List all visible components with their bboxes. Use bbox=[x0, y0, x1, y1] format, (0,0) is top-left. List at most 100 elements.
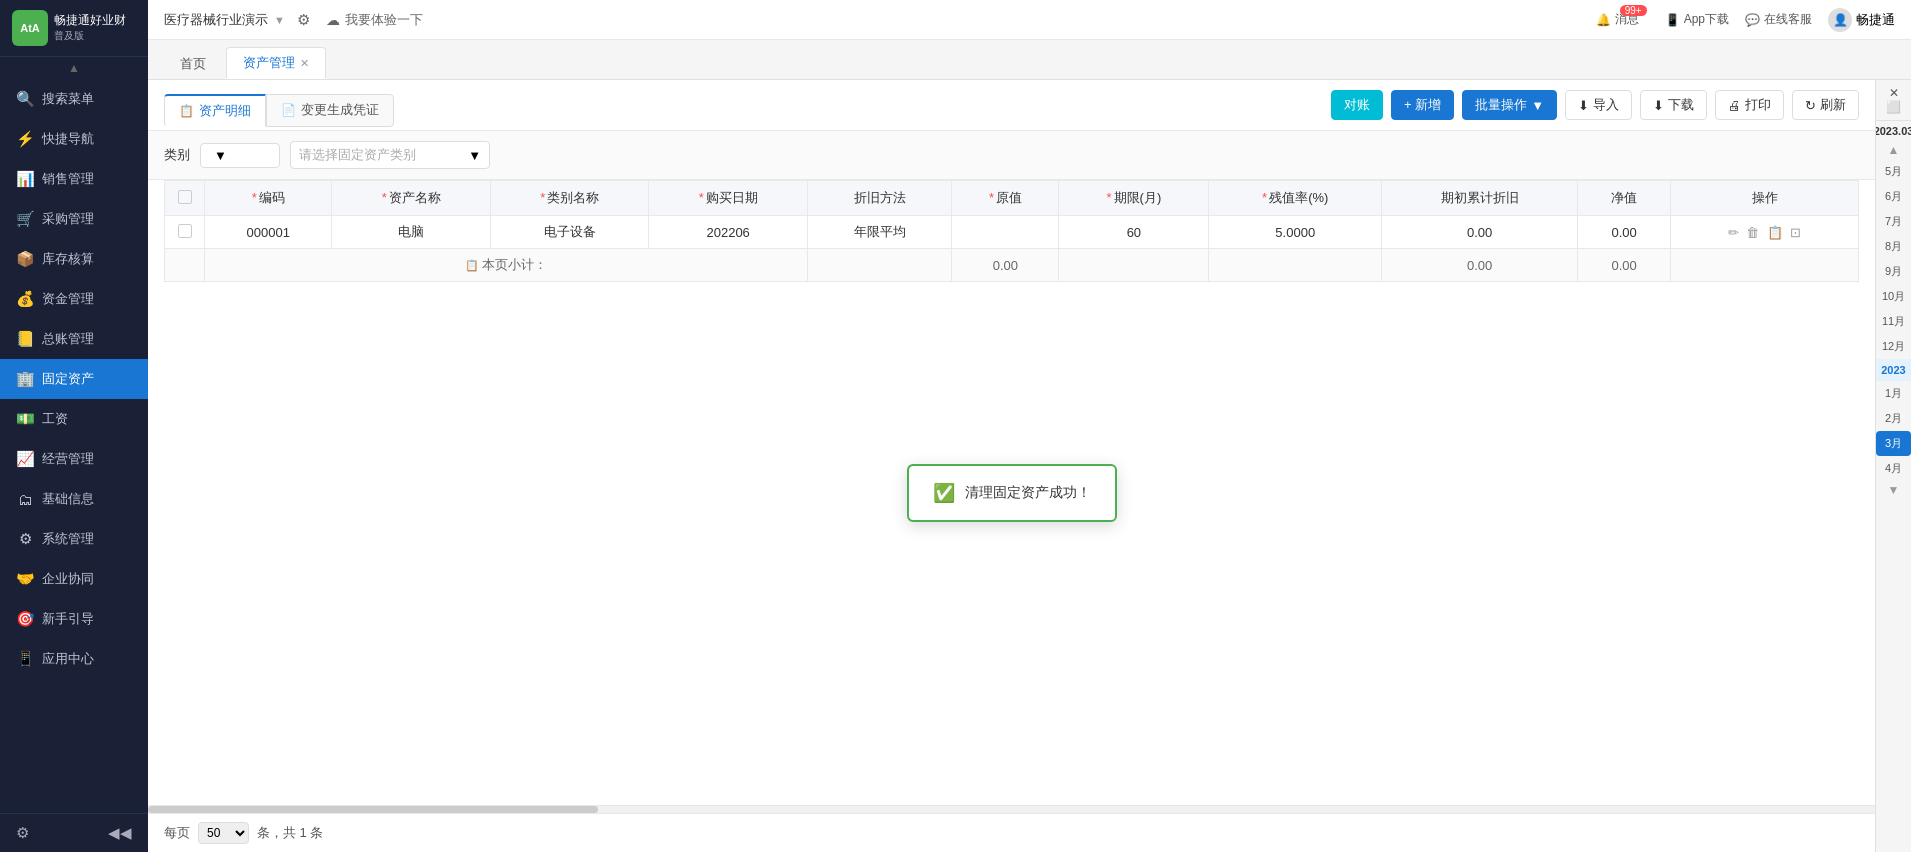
month-12[interactable]: 12月 bbox=[1876, 334, 1911, 359]
th-depreciation: 折旧方法 bbox=[807, 181, 952, 216]
app-download-icon: 📱 bbox=[1665, 13, 1680, 27]
row-depreciation: 年限平均 bbox=[807, 216, 952, 249]
scrollbar-thumb[interactable] bbox=[148, 806, 598, 813]
tab-home[interactable]: 首页 bbox=[164, 49, 222, 79]
month-5[interactable]: 5月 bbox=[1876, 159, 1911, 184]
experience-btn[interactable]: ☁ 我要体验一下 bbox=[326, 11, 423, 29]
sidebar-item-purchase[interactable]: 🛒 采购管理 bbox=[0, 199, 148, 239]
refresh-icon: ↻ bbox=[1805, 98, 1816, 113]
sidebar-item-system[interactable]: ⚙ 系统管理 bbox=[0, 519, 148, 559]
month-11[interactable]: 11月 bbox=[1876, 309, 1911, 334]
page-size-select[interactable]: 50 20 100 bbox=[198, 822, 249, 844]
month-6[interactable]: 6月 bbox=[1876, 184, 1911, 209]
sidebar-item-salary[interactable]: 💵 工资 bbox=[0, 399, 148, 439]
settings-gear-icon[interactable]: ⚙ bbox=[16, 824, 29, 842]
sidebar-item-quick-nav[interactable]: ⚡ 快捷导航 bbox=[0, 119, 148, 159]
sidebar-item-label: 企业协同 bbox=[42, 570, 94, 588]
company-selector[interactable]: 医疗器械行业演示 ▼ bbox=[164, 11, 285, 29]
month-7[interactable]: 7月 bbox=[1876, 209, 1911, 234]
cloud-icon: ☁ bbox=[326, 12, 340, 28]
online-service-btn[interactable]: 💬 在线客服 bbox=[1745, 11, 1812, 28]
sidebar-item-fixed-assets[interactable]: 🏢 固定资产 bbox=[0, 359, 148, 399]
delete-icon[interactable]: 🗑 bbox=[1746, 225, 1759, 240]
collapse-icon[interactable]: ◀◀ bbox=[108, 824, 132, 842]
operations-icon: 📈 bbox=[16, 450, 34, 468]
panel-nav-arrows: ▲ bbox=[1886, 141, 1902, 159]
month-4[interactable]: 4月 bbox=[1876, 456, 1911, 481]
more-icon[interactable]: ⊡ bbox=[1790, 225, 1801, 240]
sidebar-item-guide[interactable]: 🎯 新手引导 bbox=[0, 599, 148, 639]
tab-close-icon[interactable]: ✕ bbox=[300, 57, 309, 70]
table-wrapper: *编码 *资产名称 *类别名称 *购买日期 折旧方法 *原值 *期限(月) *残… bbox=[148, 180, 1875, 805]
sub-tab-change-voucher[interactable]: 📄 变更生成凭证 bbox=[266, 94, 394, 127]
app-download-btn[interactable]: 📱 App下载 bbox=[1665, 11, 1729, 28]
sales-icon: 📊 bbox=[16, 170, 34, 188]
sidebar-item-enterprise[interactable]: 🤝 企业协同 bbox=[0, 559, 148, 599]
right-panel-header: ✕ ⬜ bbox=[1876, 80, 1911, 121]
month-10[interactable]: 10月 bbox=[1876, 284, 1911, 309]
subtotal-depreciation bbox=[807, 249, 952, 282]
tab-home-label: 首页 bbox=[180, 55, 206, 73]
select-all-checkbox[interactable] bbox=[178, 190, 192, 204]
edit-icon[interactable]: ✏ bbox=[1728, 225, 1739, 240]
th-purchase-date: *购买日期 bbox=[649, 181, 807, 216]
th-original-value: *原值 bbox=[952, 181, 1059, 216]
sidebar-item-search[interactable]: 🔍 搜索菜单 bbox=[0, 79, 148, 119]
sidebar-item-label: 新手引导 bbox=[42, 610, 94, 628]
sub-tab-label-2: 变更生成凭证 bbox=[301, 101, 379, 119]
message-btn[interactable]: 🔔 消息 99+ bbox=[1596, 11, 1639, 28]
row-checkbox[interactable] bbox=[178, 224, 192, 238]
topbar-settings-icon[interactable]: ⚙ bbox=[297, 11, 310, 29]
per-page-label: 每页 bbox=[164, 824, 190, 842]
reconcile-button[interactable]: 对账 bbox=[1331, 90, 1383, 120]
print-button[interactable]: 🖨 打印 bbox=[1715, 90, 1784, 120]
panel-up-icon[interactable]: ▲ bbox=[1888, 143, 1900, 157]
new-label: + 新增 bbox=[1404, 96, 1441, 114]
refresh-button[interactable]: ↻ 刷新 bbox=[1792, 90, 1859, 120]
download-button[interactable]: ⬇ 下载 bbox=[1640, 90, 1707, 120]
category-select[interactable]: 请选择固定资产类别 ▼ bbox=[290, 141, 490, 169]
panel-down-icon[interactable]: ▼ bbox=[1888, 483, 1900, 497]
month-9[interactable]: 9月 bbox=[1876, 259, 1911, 284]
sidebar-item-inventory[interactable]: 📦 库存核算 bbox=[0, 239, 148, 279]
batch-ops-button[interactable]: 批量操作 ▼ bbox=[1462, 90, 1557, 120]
sidebar-item-ledger[interactable]: 📒 总账管理 bbox=[0, 319, 148, 359]
new-button[interactable]: + 新增 bbox=[1391, 90, 1454, 120]
logo-icon: AtA bbox=[12, 10, 48, 46]
sidebar-item-label: 销售管理 bbox=[42, 170, 94, 188]
sidebar-item-sales[interactable]: 📊 销售管理 bbox=[0, 159, 148, 199]
row-original-value bbox=[952, 216, 1059, 249]
month-1[interactable]: 1月 bbox=[1876, 381, 1911, 406]
horizontal-scrollbar[interactable] bbox=[148, 805, 1875, 813]
sidebar-item-operations[interactable]: 📈 经营管理 bbox=[0, 439, 148, 479]
tab-assets[interactable]: 资产管理 ✕ bbox=[226, 47, 326, 79]
panel-expand-icon[interactable]: ⬜ bbox=[1886, 100, 1901, 114]
refresh-label: 刷新 bbox=[1820, 96, 1846, 114]
month-8[interactable]: 8月 bbox=[1876, 234, 1911, 259]
panel-toggle-icon[interactable]: ✕ bbox=[1889, 86, 1899, 100]
success-toast: ✅ 清理固定资产成功！ bbox=[907, 464, 1117, 522]
guide-icon: 🎯 bbox=[16, 610, 34, 628]
app-version: 普及版 bbox=[54, 29, 126, 43]
import-icon: ⬇ bbox=[1578, 98, 1589, 113]
sidebar-item-basic-info[interactable]: 🗂 基础信息 bbox=[0, 479, 148, 519]
sidebar-scroll-up-icon[interactable]: ▲ bbox=[68, 61, 80, 75]
row-code: 000001 bbox=[205, 216, 332, 249]
logo-area: AtA 畅捷通好业财 普及版 bbox=[0, 0, 148, 57]
logo-text-area: 畅捷通好业财 普及版 bbox=[54, 13, 126, 43]
category-type-select[interactable]: ▼ bbox=[200, 143, 280, 168]
copy-icon[interactable]: 📋 bbox=[1767, 225, 1783, 240]
sidebar-item-app-center[interactable]: 📱 应用中心 bbox=[0, 639, 148, 679]
sidebar-item-finance[interactable]: 💰 资金管理 bbox=[0, 279, 148, 319]
download-label: 下载 bbox=[1668, 96, 1694, 114]
filter-row: 类别 ▼ 请选择固定资产类别 ▼ bbox=[148, 131, 1875, 180]
user-area[interactable]: 👤 畅捷通 bbox=[1828, 8, 1895, 32]
month-3-active[interactable]: 3月 bbox=[1876, 431, 1911, 456]
th-name: *资产名称 bbox=[332, 181, 490, 216]
sub-tab-asset-detail[interactable]: 📋 资产明细 bbox=[164, 94, 266, 127]
sidebar-item-label: 搜索菜单 bbox=[42, 90, 94, 108]
month-2[interactable]: 2月 bbox=[1876, 406, 1911, 431]
th-category: *类别名称 bbox=[490, 181, 648, 216]
subtotal-row: 📋 本页小计： 0.00 0.00 0.00 bbox=[165, 249, 1859, 282]
import-button[interactable]: ⬇ 导入 bbox=[1565, 90, 1632, 120]
